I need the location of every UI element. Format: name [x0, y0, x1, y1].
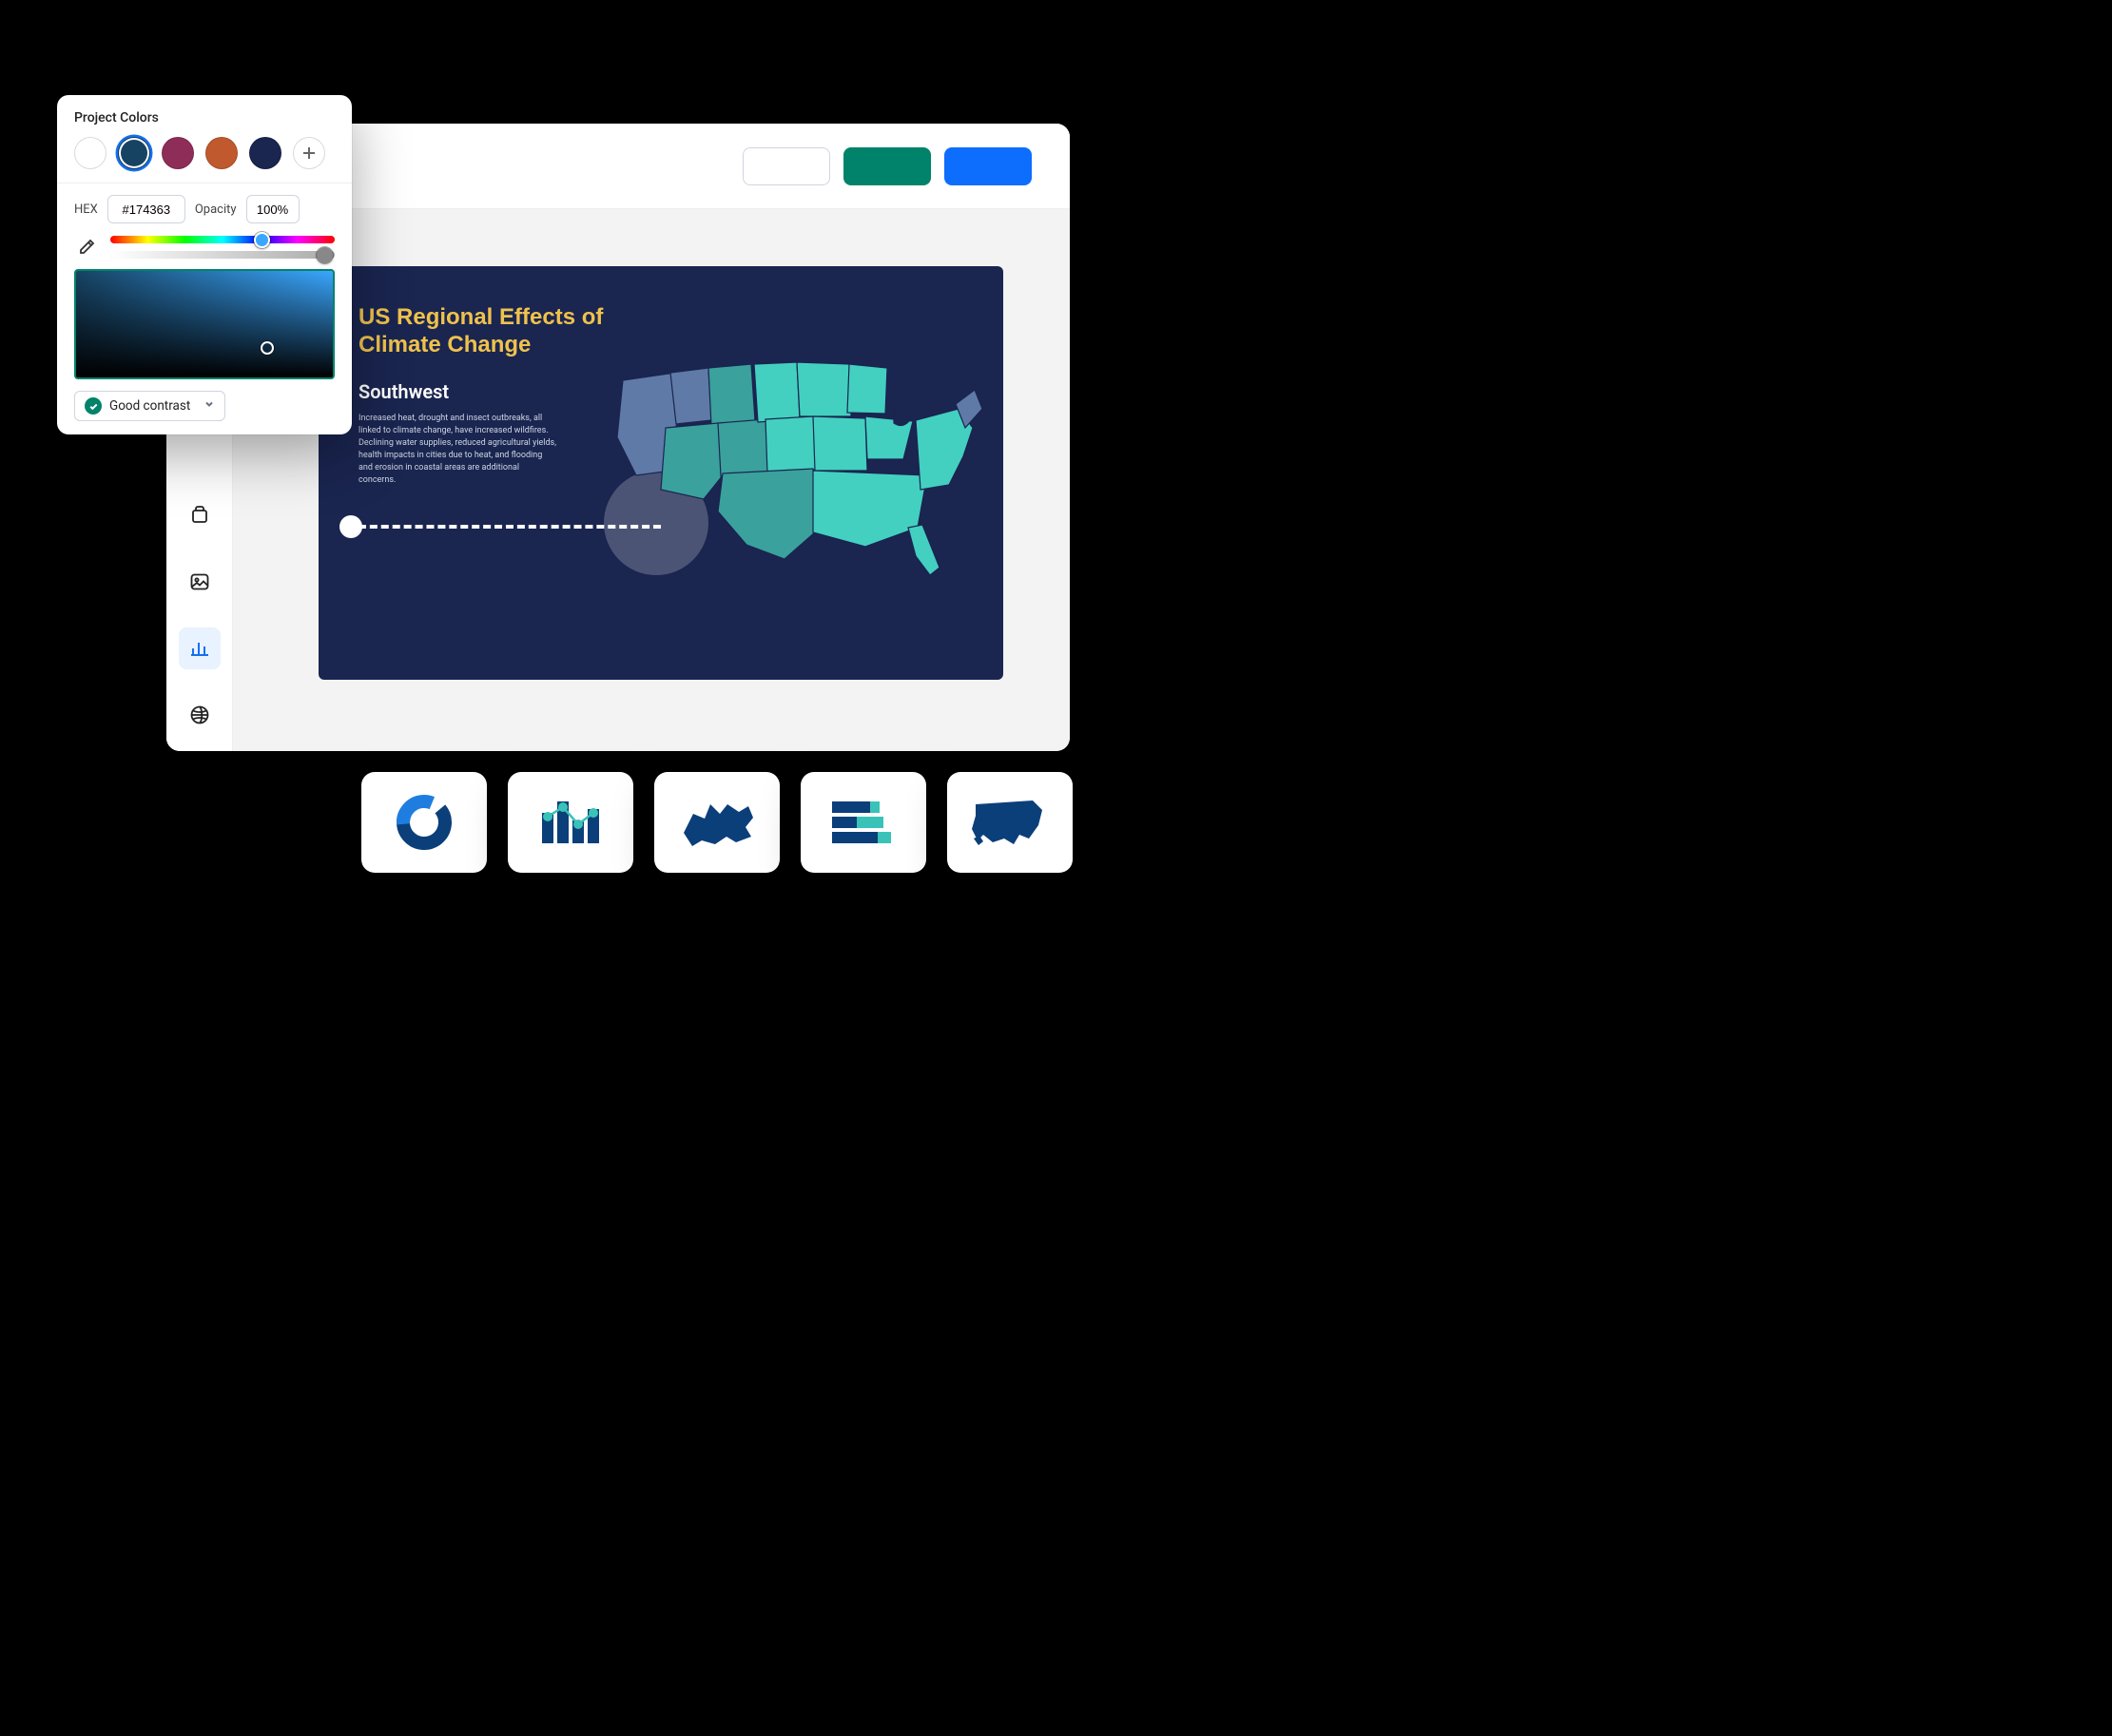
us-map: [613, 352, 984, 599]
pointer-dot-icon: [339, 515, 362, 538]
swatch-row: [74, 137, 335, 169]
header-button-outline[interactable]: [743, 147, 830, 185]
canada-map-icon[interactable]: [654, 772, 780, 873]
header-button-blue[interactable]: [944, 147, 1032, 185]
globe-icon[interactable]: [179, 694, 221, 736]
chart-icon[interactable]: [179, 627, 221, 669]
widget-tray: [361, 772, 1073, 873]
templates-icon[interactable]: [179, 494, 221, 536]
swatch-white[interactable]: [74, 137, 107, 169]
hex-input[interactable]: [107, 195, 185, 223]
opacity-label: Opacity: [195, 203, 237, 217]
sv-thumb-icon[interactable]: [261, 341, 274, 355]
add-swatch-button[interactable]: [293, 137, 325, 169]
image-icon[interactable]: [179, 561, 221, 603]
slide-body: Increased heat, drought and insect outbr…: [358, 413, 558, 487]
contrast-label: Good contrast: [109, 398, 190, 414]
swatch-navy[interactable]: [118, 137, 150, 169]
color-panel: Project Colors HEX Opacity: [57, 95, 352, 434]
opacity-input[interactable]: [246, 195, 300, 223]
slide[interactable]: US Regional Effects of Climate Change So…: [319, 266, 1003, 680]
swatch-maroon[interactable]: [162, 137, 194, 169]
bar-chart-icon[interactable]: [508, 772, 633, 873]
swatch-indigo[interactable]: [249, 137, 281, 169]
header-button-teal[interactable]: [843, 147, 931, 185]
stacked-bar-icon[interactable]: [801, 772, 926, 873]
hue-slider[interactable]: [110, 236, 335, 243]
eyedropper-icon[interactable]: [74, 235, 99, 260]
saturation-picker[interactable]: [74, 269, 335, 379]
chevron-down-icon: [203, 398, 215, 414]
color-panel-title: Project Colors: [74, 110, 335, 125]
slide-title: US Regional Effects of Climate Change: [358, 304, 625, 359]
lightness-slider[interactable]: [110, 251, 335, 259]
check-icon: [85, 397, 102, 415]
canvas[interactable]: US Regional Effects of Climate Change So…: [233, 209, 1070, 751]
swatch-rust[interactable]: [205, 137, 238, 169]
hex-label: HEX: [74, 203, 98, 217]
donut-chart-icon[interactable]: [361, 772, 487, 873]
contrast-indicator[interactable]: Good contrast: [74, 391, 225, 421]
usa-map-icon[interactable]: [947, 772, 1073, 873]
